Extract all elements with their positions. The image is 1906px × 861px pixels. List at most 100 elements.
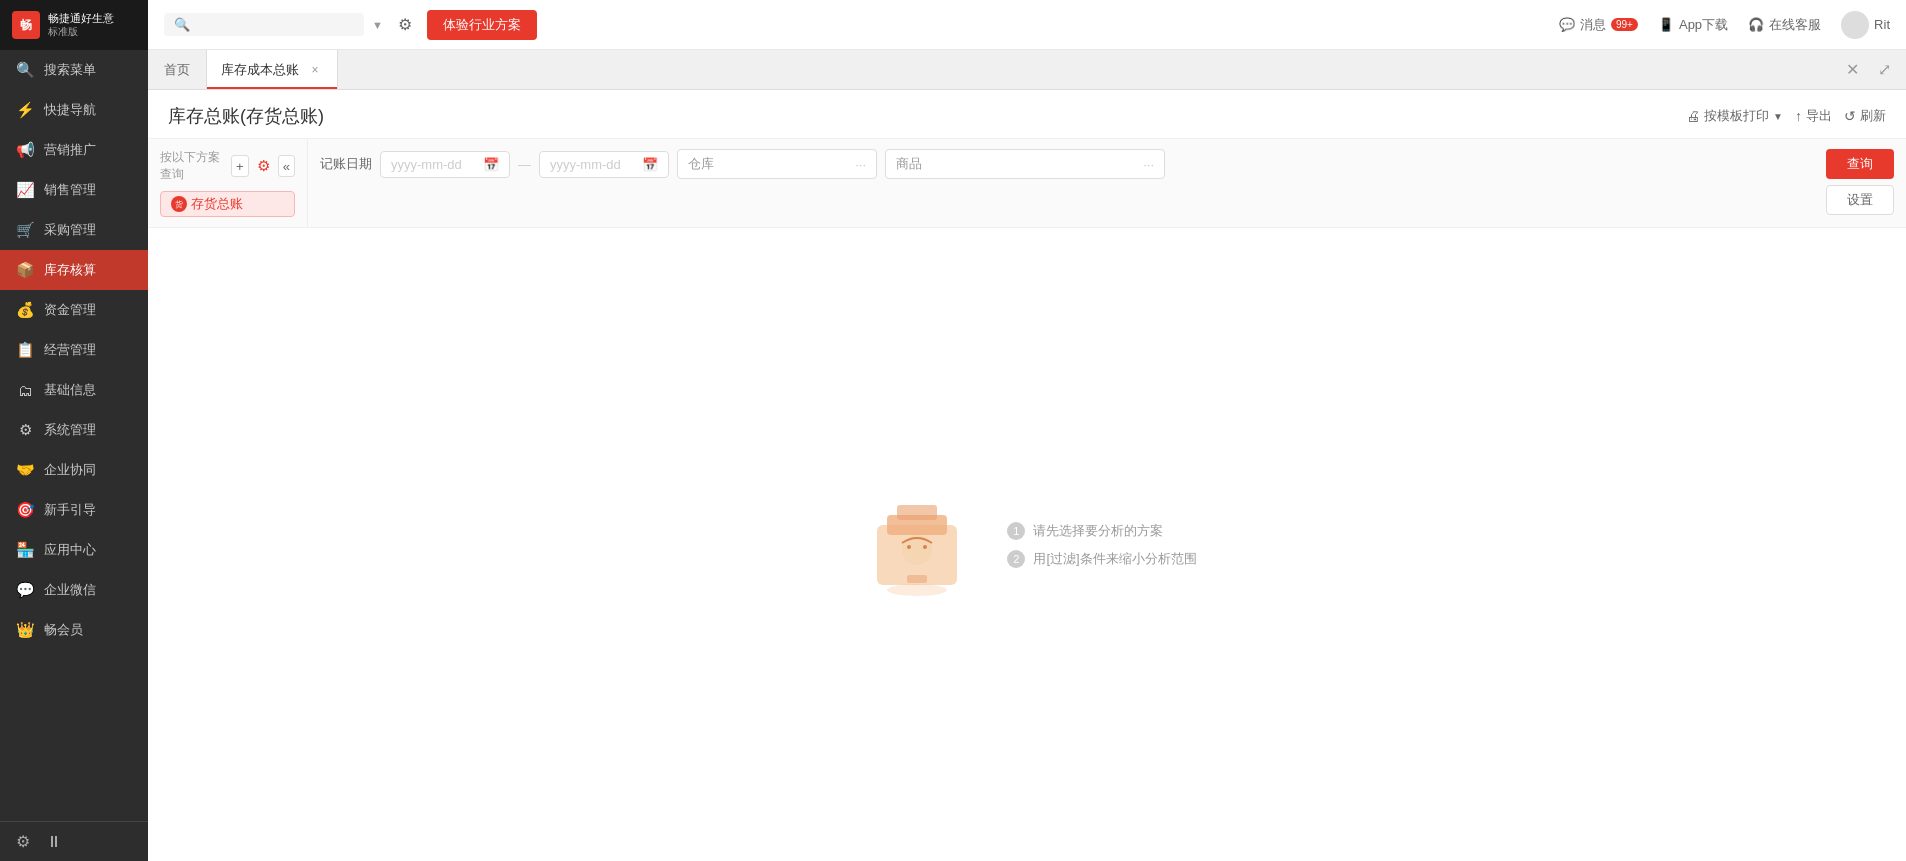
sidebar-item-finance[interactable]: 💰 资金管理 (0, 290, 148, 330)
scheme-item-inventory-ledger[interactable]: 货 存货总账 (160, 191, 295, 217)
empty-tip-1: 1 请先选择要分析的方案 (1007, 522, 1196, 540)
settings-scheme-btn[interactable]: ⚙ (255, 155, 272, 177)
app-name: 畅捷通好生意 (48, 11, 114, 25)
page-content: 库存总账(存货总账) 🖨 按模板打印 ▼ ↑ 导出 ↺ 刷新 (148, 90, 1906, 861)
online-support-label: 在线客服 (1769, 16, 1821, 34)
tab-close-icon[interactable]: × (307, 62, 323, 78)
industry-btn[interactable]: 体验行业方案 (427, 10, 537, 40)
warehouse-select[interactable]: 仓库 ··· (677, 149, 877, 179)
topbar-search[interactable]: 🔍 (164, 13, 364, 36)
scheme-panel: 按以下方案查询 + ⚙ « 货 存货总账 (148, 139, 308, 227)
print-icon: 🖨 (1686, 108, 1700, 124)
sidebar-item-label-sales: 销售管理 (44, 181, 96, 199)
purchase-icon: 🛒 (16, 221, 34, 239)
sidebar-item-label-purchase: 采购管理 (44, 221, 96, 239)
empty-state: 1 请先选择要分析的方案 2 用[过滤]条件来缩小分析范围 (148, 228, 1906, 861)
avatar (1841, 11, 1869, 39)
sidebar-item-marketing[interactable]: 📢 营销推广 (0, 130, 148, 170)
appstore-icon: 🏪 (16, 541, 34, 559)
collapse-icon[interactable]: ⏸ (46, 833, 62, 851)
empty-tips: 1 请先选择要分析的方案 2 用[过滤]条件来缩小分析范围 (1007, 522, 1196, 568)
refresh-label: 刷新 (1860, 107, 1886, 125)
sidebar-item-cooperation[interactable]: 🤝 企业协同 (0, 450, 148, 490)
print-dropdown-icon: ▼ (1773, 111, 1783, 122)
sidebar-item-wechat[interactable]: 💬 企业微信 (0, 570, 148, 610)
goods-more-icon: ··· (1143, 157, 1154, 172)
date-start-input[interactable]: yyyy-mm-dd 📅 (380, 151, 510, 178)
wechat-icon: 💬 (16, 581, 34, 599)
sidebar-item-search[interactable]: 🔍 搜索菜单 (0, 50, 148, 90)
svg-point-7 (923, 545, 927, 549)
goods-select[interactable]: 商品 ··· (885, 149, 1165, 179)
settings-button[interactable]: 设置 (1826, 185, 1894, 215)
export-icon: ↑ (1795, 108, 1802, 124)
calendar-start-icon[interactable]: 📅 (483, 157, 499, 172)
collapse-scheme-btn[interactable]: « (278, 155, 295, 177)
sidebar-item-appstore[interactable]: 🏪 应用中心 (0, 530, 148, 570)
date-end-input[interactable]: yyyy-mm-dd 📅 (539, 151, 669, 178)
messages-action[interactable]: 💬 消息 99+ (1559, 16, 1638, 34)
tab-active-label: 库存成本总账 (221, 61, 299, 79)
sidebar-item-sales[interactable]: 📈 销售管理 (0, 170, 148, 210)
svg-point-5 (887, 584, 947, 596)
phone-icon: 📱 (1658, 17, 1674, 32)
search-icon: 🔍 (16, 61, 34, 79)
warehouse-more-icon: ··· (855, 157, 866, 172)
sidebar-item-purchase[interactable]: 🛒 采购管理 (0, 210, 148, 250)
sidebar-item-label-appstore: 应用中心 (44, 541, 96, 559)
sidebar-item-system[interactable]: ⚙ 系统管理 (0, 410, 148, 450)
sidebar-item-inventory[interactable]: 📦 库存核算 (0, 250, 148, 290)
user-name: Rit (1874, 17, 1890, 32)
date-label: 记账日期 (320, 155, 372, 173)
quick-nav-icon: ⚡ (16, 101, 34, 119)
sidebar-item-basic[interactable]: 🗂 基础信息 (0, 370, 148, 410)
date-start-placeholder: yyyy-mm-dd (391, 157, 462, 172)
topbar-left: 🔍 ▼ ⚙ 体验行业方案 (164, 10, 1549, 40)
sidebar-item-operation[interactable]: 📋 经营管理 (0, 330, 148, 370)
sidebar-item-member[interactable]: 👑 畅会员 (0, 610, 148, 650)
tab-home-label: 首页 (164, 61, 190, 79)
message-icon: 💬 (1559, 17, 1575, 32)
refresh-btn[interactable]: ↺ 刷新 (1844, 107, 1886, 125)
sales-icon: 📈 (16, 181, 34, 199)
logo-icon: 畅 (12, 11, 40, 39)
app-download-label: App下载 (1679, 16, 1728, 34)
settings-icon[interactable]: ⚙ (16, 832, 30, 851)
filter-row-1: 记账日期 yyyy-mm-dd 📅 — yyyy-mm-dd 📅 仓库 ··· (320, 149, 1802, 179)
tab-home[interactable]: 首页 (148, 50, 207, 89)
user-area[interactable]: Rit (1841, 11, 1890, 39)
app-download-action[interactable]: 📱 App下载 (1658, 16, 1728, 34)
add-scheme-btn[interactable]: + (231, 155, 248, 177)
topbar-right: 💬 消息 99+ 📱 App下载 🎧 在线客服 Rit (1559, 11, 1890, 39)
print-btn[interactable]: 🖨 按模板打印 ▼ (1686, 107, 1783, 125)
tip-text-1: 请先选择要分析的方案 (1033, 522, 1163, 540)
system-icon: ⚙ (16, 421, 34, 439)
query-button[interactable]: 查询 (1826, 149, 1894, 179)
export-btn[interactable]: ↑ 导出 (1795, 107, 1832, 125)
scheme-item-icon: 货 (171, 196, 187, 212)
sidebar-item-label-basic: 基础信息 (44, 381, 96, 399)
tab-inventory-ledger[interactable]: 库存成本总账 × (207, 50, 338, 89)
topbar-settings-button[interactable]: ⚙ (391, 11, 419, 39)
page-title: 库存总账(存货总账) (168, 104, 324, 128)
sidebar-item-guide[interactable]: 🎯 新手引导 (0, 490, 148, 530)
filter-controls-area: 记账日期 yyyy-mm-dd 📅 — yyyy-mm-dd 📅 仓库 ··· (308, 139, 1814, 227)
sidebar-item-quick-nav[interactable]: ⚡ 快捷导航 (0, 90, 148, 130)
calendar-end-icon[interactable]: 📅 (642, 157, 658, 172)
empty-tip-2: 2 用[过滤]条件来缩小分析范围 (1007, 550, 1196, 568)
guide-icon: 🎯 (16, 501, 34, 519)
dropdown-arrow-icon[interactable]: ▼ (372, 19, 383, 31)
filter-scheme-area: 按以下方案查询 + ⚙ « 货 存货总账 记账日期 yyyy-mm-d (148, 139, 1906, 228)
warehouse-placeholder: 仓库 (688, 155, 714, 173)
tabbar-right: ✕ ⤢ (1830, 50, 1906, 89)
date-separator: — (518, 157, 531, 172)
svg-rect-4 (907, 575, 927, 583)
svg-rect-2 (897, 505, 937, 520)
marketing-icon: 📢 (16, 141, 34, 159)
inventory-icon: 📦 (16, 261, 34, 279)
refresh-icon: ↺ (1844, 108, 1856, 124)
tabbar-expand-icon[interactable]: ⤢ (1872, 58, 1896, 82)
scheme-header: 按以下方案查询 + ⚙ « (160, 149, 295, 183)
tabbar-close-icon[interactable]: ✕ (1840, 58, 1864, 82)
online-support-action[interactable]: 🎧 在线客服 (1748, 16, 1821, 34)
